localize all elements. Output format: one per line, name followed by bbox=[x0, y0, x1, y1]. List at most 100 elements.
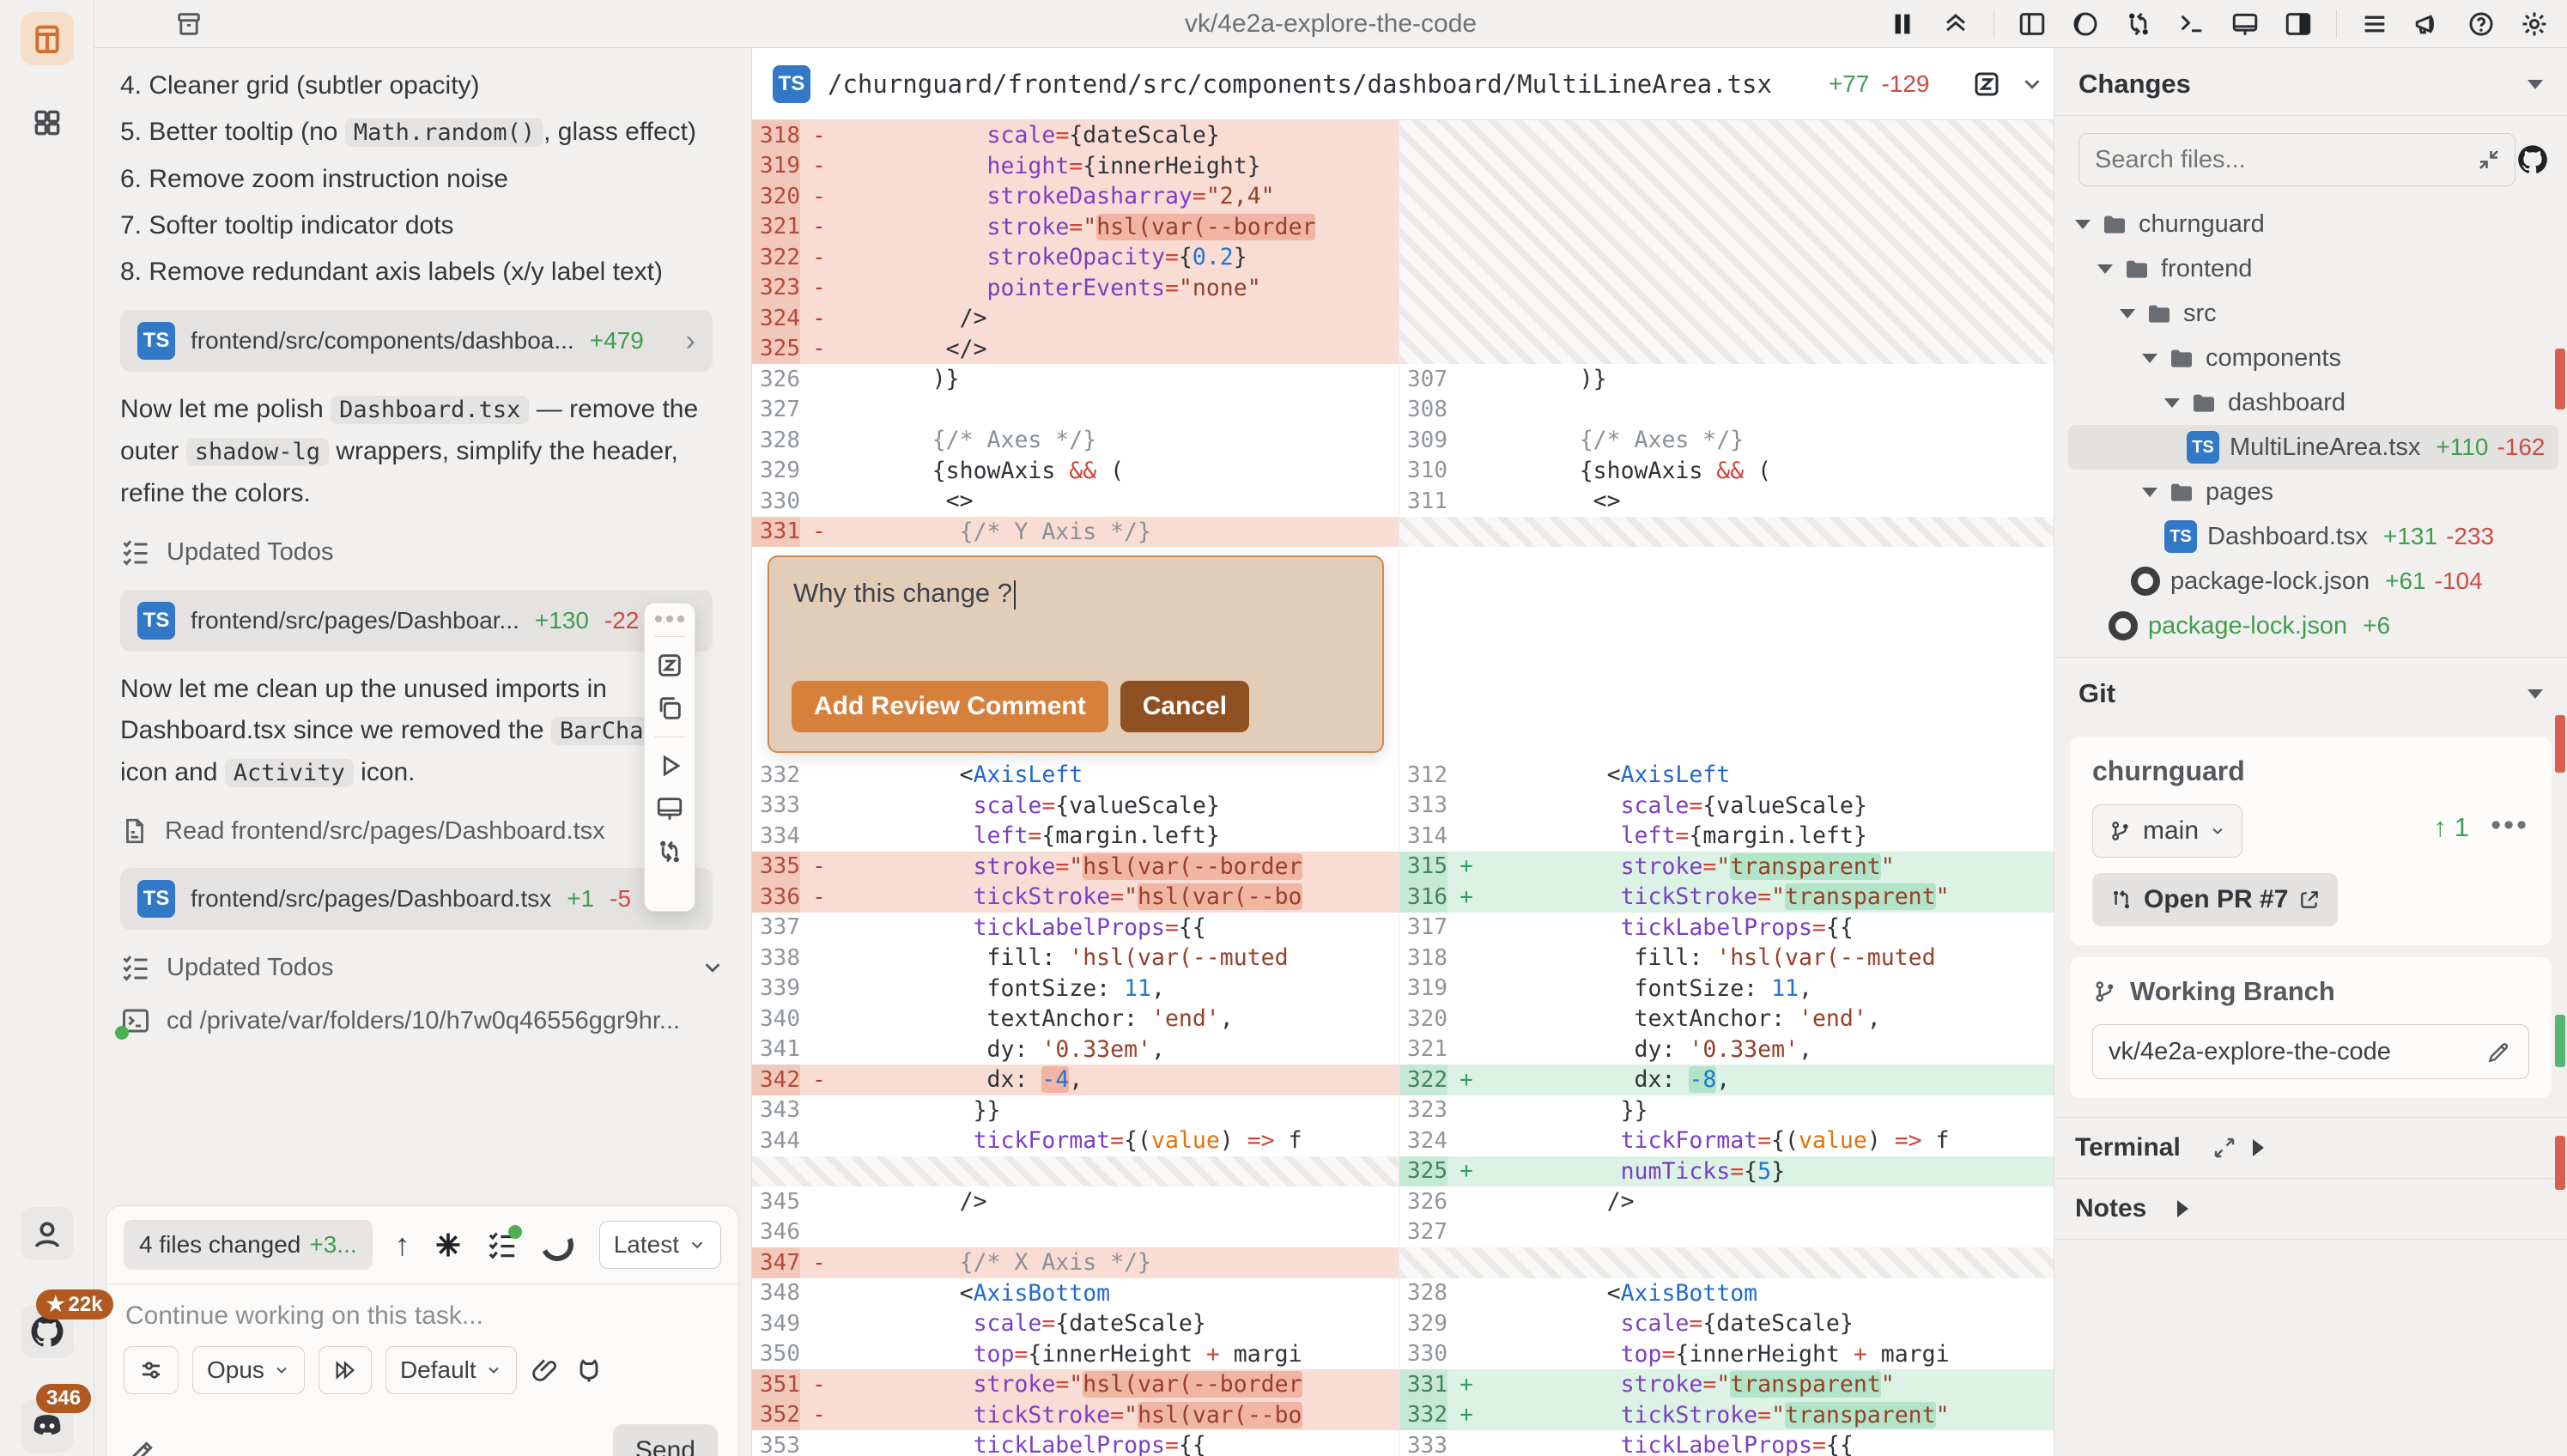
diff-line[interactable]: 325+numTicks={5} bbox=[1399, 1156, 2054, 1187]
tree-file-package-lock.json[interactable]: package-lock.json+61-104 bbox=[2068, 559, 2558, 604]
diff-line[interactable]: 317tickLabelProps={{ bbox=[1399, 913, 2054, 943]
git-compare-icon[interactable] bbox=[2123, 9, 2154, 39]
diff-line[interactable]: 326/> bbox=[1399, 1186, 2054, 1217]
chevron-down-icon[interactable] bbox=[700, 955, 725, 980]
discord-link-button[interactable]: 346 bbox=[21, 1399, 74, 1453]
message-input[interactable]: Continue working on this task... bbox=[106, 1284, 738, 1339]
changes-section-header[interactable]: Changes bbox=[2054, 48, 2567, 115]
collapse-diff-icon[interactable] bbox=[2019, 71, 2045, 97]
theme-icon[interactable] bbox=[2070, 9, 2101, 39]
collapse-tree-icon[interactable] bbox=[2476, 147, 2502, 173]
diff-line[interactable]: 310{showAxis && ( bbox=[1399, 456, 2054, 487]
working-branch-field[interactable]: vk/4e2a-explore-the-code bbox=[2092, 1024, 2529, 1079]
branch-dropdown[interactable]: main bbox=[2092, 804, 2242, 858]
terminal-prompt-icon[interactable] bbox=[2176, 9, 2207, 39]
diff-line[interactable]: 334left={margin.left} bbox=[752, 821, 1399, 852]
diff-line[interactable]: 311<> bbox=[1399, 486, 2054, 517]
diff-line[interactable]: 319-height={innerHeight} bbox=[752, 151, 1399, 182]
diff-line[interactable]: 314left={margin.left} bbox=[1399, 821, 2054, 852]
github-link-button[interactable]: ★ 22k bbox=[21, 1305, 74, 1358]
diff-line[interactable]: 335-stroke="hsl(var(--border bbox=[752, 852, 1399, 883]
file-edit-chip[interactable]: TSfrontend/src/pages/Dashboard.tsx+1-5› bbox=[120, 868, 713, 930]
settings-icon[interactable] bbox=[2519, 9, 2550, 39]
diff-tool-icon[interactable] bbox=[655, 651, 684, 680]
diff-line[interactable]: 341dy: '0.33em', bbox=[752, 1034, 1399, 1065]
diff-line[interactable]: 340textAnchor: 'end', bbox=[752, 1004, 1399, 1034]
diff-line[interactable]: 319fontSize: 11, bbox=[1399, 974, 2054, 1004]
pause-icon[interactable] bbox=[1887, 9, 1918, 39]
diff-line[interactable]: 318fill: 'hsl(var(--muted bbox=[1399, 943, 2054, 974]
menu-icon[interactable] bbox=[2359, 9, 2390, 39]
diff-line[interactable]: 327 bbox=[1399, 1217, 2054, 1248]
mode-dropdown[interactable]: Default bbox=[385, 1346, 517, 1394]
account-button[interactable] bbox=[21, 1207, 74, 1260]
files-changed-chip[interactable]: 4 files changed +3... bbox=[124, 1220, 373, 1270]
diff-line[interactable]: 352-tickStroke="hsl(var(--bo bbox=[752, 1400, 1399, 1431]
diff-line[interactable]: 323-pointerEvents="none" bbox=[752, 273, 1399, 304]
diff-line[interactable]: 326)} bbox=[752, 364, 1399, 395]
search-input[interactable] bbox=[2078, 133, 2515, 186]
diff-pane-new[interactable]: 307)}308309{/* Axes */}310{showAxis && (… bbox=[1399, 120, 2054, 1456]
model-dropdown[interactable]: Opus bbox=[192, 1346, 305, 1394]
diff-line[interactable]: 320textAnchor: 'end', bbox=[1399, 1004, 2054, 1034]
diff-line[interactable]: 330top={innerHeight + margi bbox=[1399, 1339, 2054, 1370]
diff-line[interactable]: 318-scale={dateScale} bbox=[752, 120, 1399, 151]
diff-line[interactable]: 332<AxisLeft bbox=[752, 760, 1399, 791]
diff-line[interactable]: 342-dx: -4, bbox=[752, 1065, 1399, 1095]
notes-section-header[interactable]: Notes bbox=[2054, 1178, 2567, 1240]
cancel-button[interactable]: Cancel bbox=[1120, 681, 1249, 732]
tree-file-MultiLineArea.tsx[interactable]: TSMultiLineArea.tsx+110-162 bbox=[2068, 425, 2558, 470]
updated-todos-row[interactable]: Updated Todos bbox=[120, 537, 725, 567]
diff-line[interactable]: 324tickFormat={(value) => f bbox=[1399, 1125, 2054, 1156]
diff-line[interactable]: 322+dx: -8, bbox=[1399, 1065, 2054, 1095]
github-connect-icon[interactable] bbox=[573, 1355, 604, 1386]
workspace-tab-button[interactable] bbox=[21, 12, 74, 65]
diff-line[interactable]: 320-strokeDasharray="2,4" bbox=[752, 181, 1399, 212]
more-options-icon[interactable] bbox=[655, 616, 684, 622]
repo-menu-icon[interactable]: ••• bbox=[2491, 809, 2529, 842]
diff-line[interactable]: 347-{/* X Axis */} bbox=[752, 1247, 1399, 1278]
diff-line[interactable]: 331+stroke="transparent" bbox=[1399, 1369, 2054, 1400]
terminal-section-header[interactable]: Terminal bbox=[2054, 1117, 2567, 1178]
diff-line[interactable]: 322-strokeOpacity={0.2} bbox=[752, 242, 1399, 273]
panel-right-icon[interactable] bbox=[2283, 9, 2314, 39]
diff-line[interactable]: 328{/* Axes */} bbox=[752, 425, 1399, 456]
fast-forward-button[interactable] bbox=[319, 1346, 372, 1394]
diff-line[interactable]: 308 bbox=[1399, 395, 2054, 426]
diff-line[interactable]: 321-stroke="hsl(var(--border bbox=[752, 212, 1399, 243]
tree-folder-src[interactable]: src bbox=[2068, 291, 2558, 336]
diff-line[interactable]: 307)} bbox=[1399, 364, 2054, 395]
diff-line[interactable]: 329scale={dateScale} bbox=[1399, 1308, 2054, 1339]
diff-line[interactable]: 331-{/* Y Axis */} bbox=[752, 517, 1399, 548]
diff-line[interactable]: 345/> bbox=[752, 1186, 1399, 1217]
tree-file-package-lock.json[interactable]: package-lock.json+6 bbox=[2068, 604, 2558, 648]
diff-line[interactable]: 350top={innerHeight + margi bbox=[752, 1339, 1399, 1370]
file-edit-chip[interactable]: TSfrontend/src/components/dashboa...+479… bbox=[120, 310, 713, 372]
diff-pane-old[interactable]: 318-scale={dateScale}319-height={innerHe… bbox=[752, 120, 1399, 1456]
expand-icon[interactable] bbox=[2212, 1135, 2237, 1161]
diff-line[interactable]: 323}} bbox=[1399, 1095, 2054, 1126]
help-icon[interactable] bbox=[2466, 9, 2497, 39]
settings-sliders-button[interactable] bbox=[124, 1346, 179, 1394]
diff-line[interactable]: 325-</> bbox=[752, 334, 1399, 365]
diff-line[interactable]: 338fill: 'hsl(var(--muted bbox=[752, 943, 1399, 974]
copy-icon[interactable] bbox=[655, 694, 684, 723]
terminal-command-row[interactable]: cd /private/var/folders/10/h7w0q46556ggr… bbox=[120, 1005, 725, 1036]
diff-line[interactable]: 333scale={valueScale} bbox=[752, 791, 1399, 822]
diff-line[interactable]: 328<AxisBottom bbox=[1399, 1278, 2054, 1309]
monitor-icon[interactable] bbox=[655, 794, 684, 823]
pen-icon[interactable] bbox=[124, 1436, 158, 1456]
tree-file-Dashboard.tsx[interactable]: TSDashboard.tsx+131-233 bbox=[2068, 514, 2558, 559]
diff-line[interactable]: 332+tickStroke="transparent" bbox=[1399, 1400, 2054, 1431]
add-review-comment-button[interactable]: Add Review Comment bbox=[792, 681, 1108, 732]
diff-line[interactable]: 353tickLabelProps={{ bbox=[752, 1430, 1399, 1456]
latest-dropdown[interactable]: Latest bbox=[599, 1221, 721, 1269]
diff-line[interactable]: 309{/* Axes */} bbox=[1399, 425, 2054, 456]
edit-branch-icon[interactable] bbox=[2485, 1038, 2513, 1065]
diff-mode-icon[interactable] bbox=[1971, 69, 2002, 100]
diff-line[interactable]: 321dy: '0.33em', bbox=[1399, 1034, 2054, 1065]
comment-input[interactable]: Why this change ? bbox=[793, 578, 1358, 610]
spark-icon[interactable] bbox=[433, 1229, 464, 1260]
tree-folder-dashboard[interactable]: dashboard bbox=[2068, 380, 2558, 425]
diff-line[interactable]: 351-stroke="hsl(var(--border bbox=[752, 1369, 1399, 1400]
